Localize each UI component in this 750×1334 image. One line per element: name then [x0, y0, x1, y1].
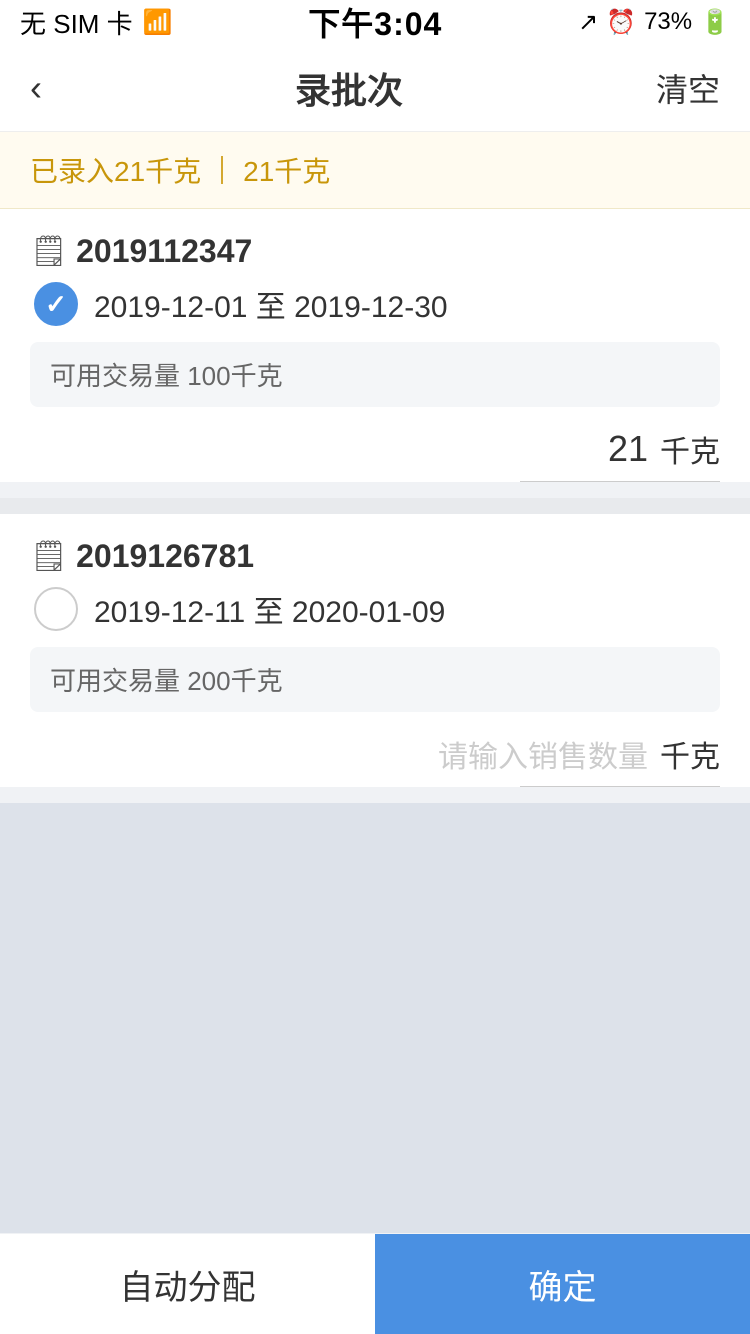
batch2-id: 2019126781 [76, 538, 254, 575]
batch-item-1: 🗒 2019112347 ✓ 2019-12-01 至 2019-12-30 可… [0, 209, 750, 482]
status-left: 无 SIM 卡 📶 [20, 4, 173, 41]
content-area: 🗒 2019112347 ✓ 2019-12-01 至 2019-12-30 可… [0, 209, 750, 1333]
page-title: 录批次 [295, 62, 403, 114]
batch2-unit: 千克 [660, 732, 720, 776]
batch2-underline [520, 786, 720, 787]
battery-level: 73% [644, 8, 692, 36]
confirm-button[interactable]: 确定 [375, 1234, 750, 1334]
section-separator [0, 498, 750, 514]
batch2-quantity-row: 请输入销售数量 千克 [0, 712, 750, 786]
batch2-date-row[interactable]: 2019-12-11 至 2020-01-09 [30, 587, 720, 631]
alarm-icon: ⏰ [606, 8, 636, 37]
batch1-doc-icon: 🗒 [30, 234, 68, 269]
recorded-label: 已录入21千克 [30, 150, 201, 190]
batch2-radio[interactable] [34, 587, 78, 631]
clear-button[interactable]: 清空 [656, 65, 720, 111]
empty-area [0, 803, 750, 1233]
batch2-doc-icon: 🗒 [30, 539, 68, 574]
status-time: 下午3:04 [308, 0, 442, 45]
batch1-date: 2019-12-01 至 2019-12-30 [94, 282, 448, 326]
batch1-quantity-input[interactable] [528, 428, 648, 470]
batch2-id-row: 🗒 2019126781 [30, 538, 720, 575]
batch1-radio[interactable]: ✓ [34, 282, 78, 326]
wifi-icon: 📶 [143, 8, 173, 37]
info-banner: 已录入21千克 21千克 [0, 132, 750, 209]
recorded-value: 21千克 [243, 150, 330, 190]
batch2-quantity-placeholder: 请输入销售数量 [438, 732, 648, 776]
batch2-date: 2019-12-11 至 2020-01-09 [94, 587, 445, 631]
status-bar: 无 SIM 卡 📶 下午3:04 ↗ ⏰ 73% 🔋 [0, 0, 750, 44]
location-icon: ↗ [578, 8, 598, 37]
batch1-date-row[interactable]: ✓ 2019-12-01 至 2019-12-30 [30, 282, 720, 326]
batch2-available: 可用交易量 200千克 [30, 647, 720, 712]
banner-divider [221, 156, 223, 184]
batch1-underline [520, 481, 720, 482]
batch1-id: 2019112347 [76, 233, 252, 270]
batch1-id-row: 🗒 2019112347 [30, 233, 720, 270]
batch1-unit: 千克 [660, 427, 720, 471]
auto-distribute-button[interactable]: 自动分配 [0, 1234, 375, 1334]
bottom-bar: 自动分配 确定 [0, 1234, 750, 1334]
sim-label: 无 SIM 卡 [20, 4, 133, 41]
nav-bar: ‹ 录批次 清空 [0, 44, 750, 132]
batch1-available: 可用交易量 100千克 [30, 342, 720, 407]
check-icon: ✓ [45, 289, 67, 320]
batch1-quantity-row: 千克 [0, 407, 750, 481]
batch-item-2: 🗒 2019126781 2019-12-11 至 2020-01-09 可用交… [0, 514, 750, 787]
battery-icon: 🔋 [700, 8, 730, 37]
back-button[interactable]: ‹ [30, 67, 42, 109]
status-right: ↗ ⏰ 73% 🔋 [578, 8, 730, 37]
